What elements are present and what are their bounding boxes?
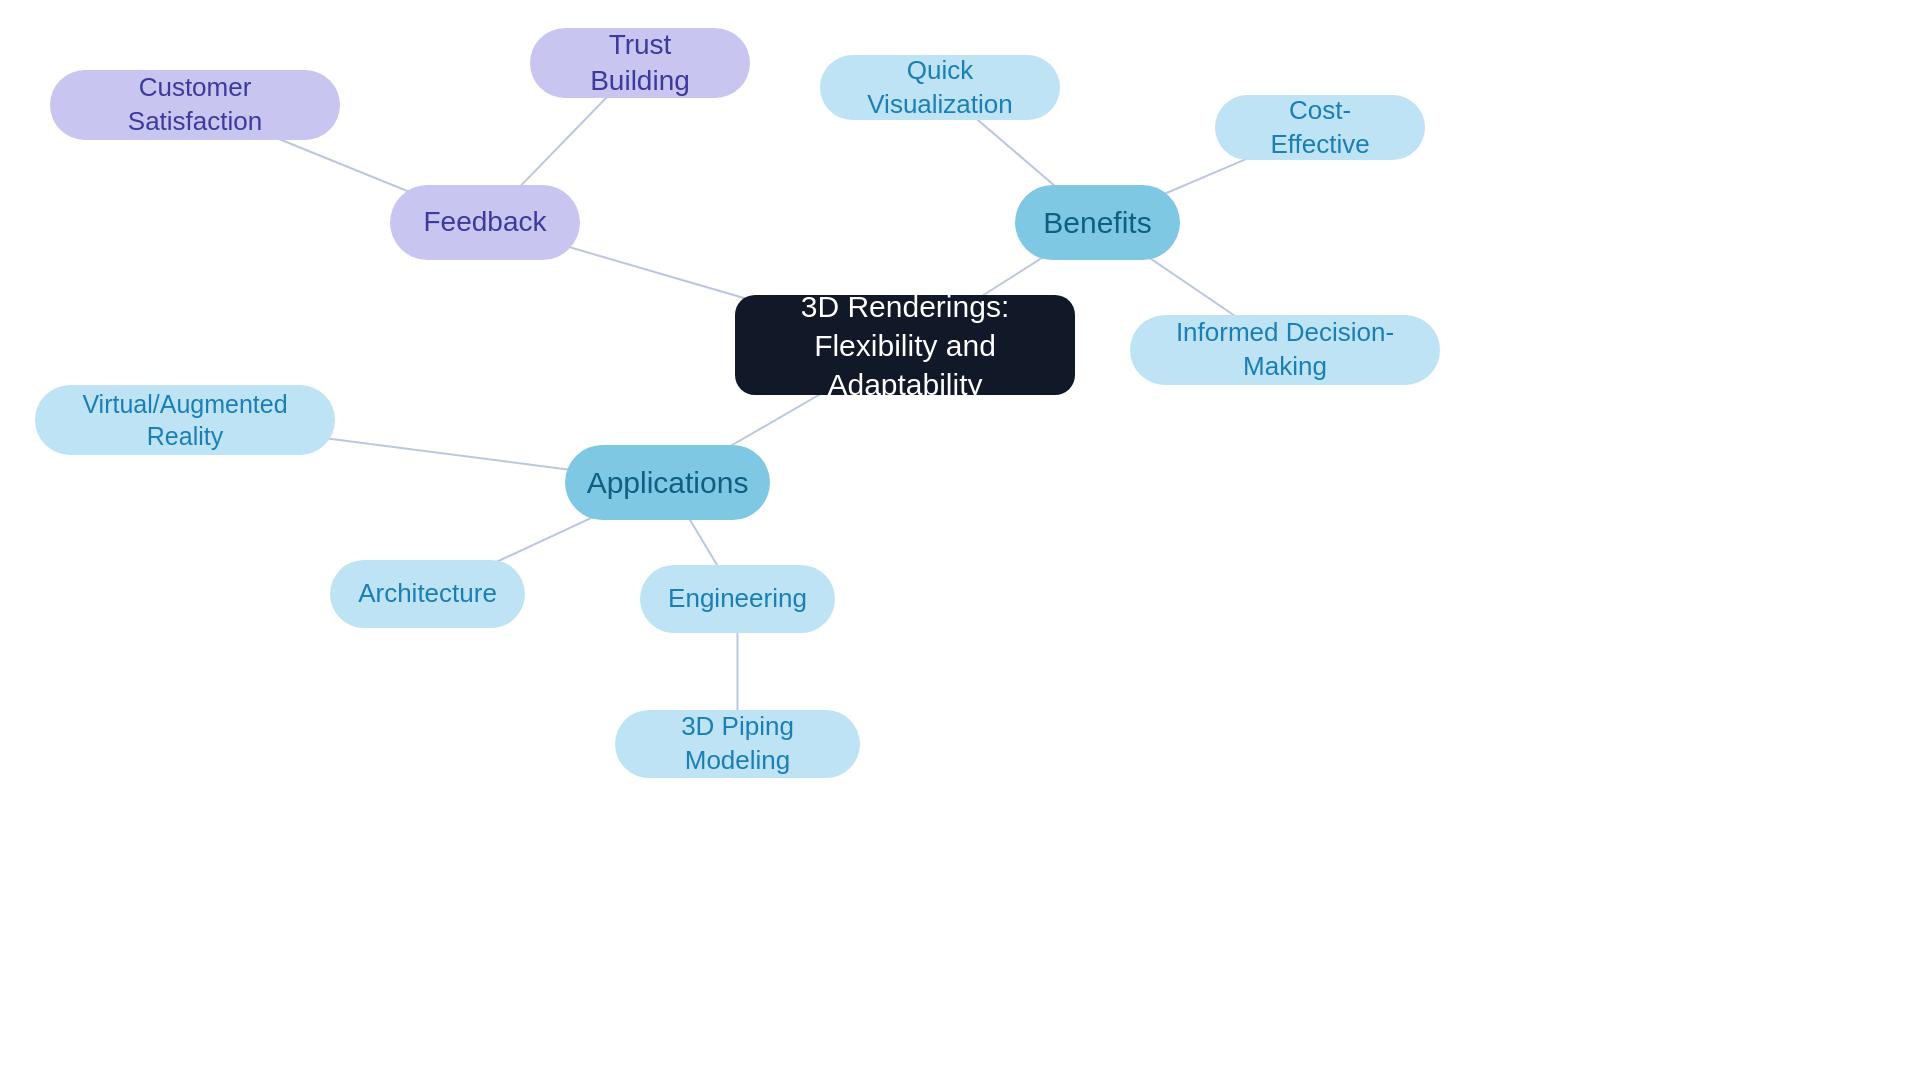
architecture-node[interactable]: Architecture [330, 560, 525, 628]
cost-effective-label: Cost-Effective [1251, 94, 1389, 162]
virtual-augmented-reality-label: Virtual/Augmented Reality [71, 388, 299, 453]
engineering-label: Engineering [668, 582, 807, 616]
informed-decision-making-node[interactable]: Informed Decision-Making [1130, 315, 1440, 385]
quick-visualization-node[interactable]: Quick Visualization [820, 55, 1060, 120]
customer-satisfaction-node[interactable]: Customer Satisfaction [50, 70, 340, 140]
feedback-node[interactable]: Feedback [390, 185, 580, 260]
engineering-node[interactable]: Engineering [640, 565, 835, 633]
3d-piping-modeling-label: 3D Piping Modeling [651, 710, 824, 778]
benefits-node[interactable]: Benefits [1015, 185, 1180, 260]
virtual-augmented-reality-node[interactable]: Virtual/Augmented Reality [35, 385, 335, 455]
trust-building-node[interactable]: Trust Building [530, 28, 750, 98]
quick-visualization-label: Quick Visualization [856, 54, 1024, 122]
trust-building-label: Trust Building [566, 27, 714, 100]
center-node[interactable]: 3D Renderings: Flexibility and Adaptabil… [735, 295, 1075, 395]
3d-piping-modeling-node[interactable]: 3D Piping Modeling [615, 710, 860, 778]
benefits-label: Benefits [1043, 203, 1151, 242]
architecture-label: Architecture [358, 577, 497, 611]
center-node-label: 3D Renderings: Flexibility and Adaptabil… [775, 287, 1035, 404]
customer-satisfaction-label: Customer Satisfaction [86, 71, 304, 139]
feedback-label: Feedback [424, 204, 547, 240]
cost-effective-node[interactable]: Cost-Effective [1215, 95, 1425, 160]
applications-label: Applications [587, 463, 749, 502]
applications-node[interactable]: Applications [565, 445, 770, 520]
informed-decision-making-label: Informed Decision-Making [1166, 316, 1404, 384]
